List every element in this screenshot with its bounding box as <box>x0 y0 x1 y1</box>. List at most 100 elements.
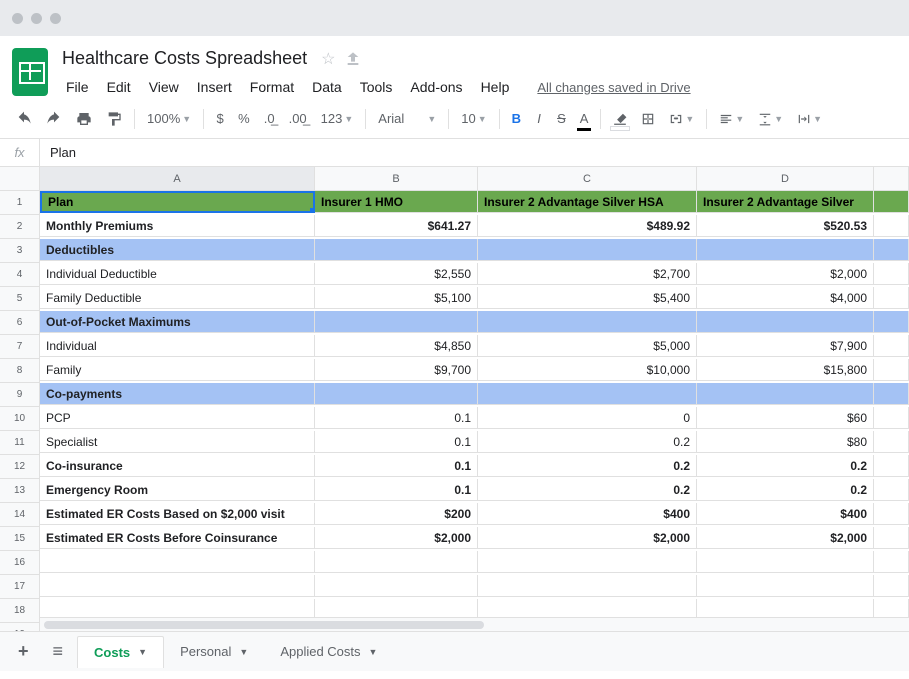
cell-E17[interactable] <box>874 575 909 597</box>
cell-B4[interactable]: $2,550 <box>315 263 478 285</box>
cell-A6[interactable]: Out-of-Pocket Maximums <box>40 311 315 333</box>
row-header-1[interactable]: 1 <box>0 191 40 215</box>
sheets-logo-icon[interactable] <box>12 48 48 96</box>
cell-A9[interactable]: Co-payments <box>40 383 315 405</box>
wrap-button[interactable]: ▼ <box>791 106 828 132</box>
cell-A2[interactable]: Monthly Premiums <box>40 215 315 237</box>
cell-B6[interactable] <box>315 311 478 333</box>
column-header-E[interactable] <box>874 167 909 191</box>
cell-A7[interactable]: Individual <box>40 335 315 357</box>
cell-C10[interactable]: 0 <box>478 407 697 429</box>
fill-color-button[interactable] <box>607 106 633 132</box>
cell-E13[interactable] <box>874 479 909 501</box>
cell-E9[interactable] <box>874 383 909 405</box>
cell-D12[interactable]: 0.2 <box>697 455 874 477</box>
cell-B2[interactable]: $641.27 <box>315 215 478 237</box>
sheet-tab-applied-costs[interactable]: Applied Costs▼ <box>264 636 393 668</box>
cell-D3[interactable] <box>697 239 874 261</box>
cell-D11[interactable]: $80 <box>697 431 874 453</box>
cell-B12[interactable]: 0.1 <box>315 455 478 477</box>
row-header-17[interactable]: 17 <box>0 575 40 599</box>
row-header-5[interactable]: 5 <box>0 287 40 311</box>
cell-B7[interactable]: $4,850 <box>315 335 478 357</box>
cell-A13[interactable]: Emergency Room <box>40 479 315 501</box>
row-header-9[interactable]: 9 <box>0 383 40 407</box>
traffic-max-icon[interactable] <box>50 13 61 24</box>
row-header-14[interactable]: 14 <box>0 503 40 527</box>
row-header-13[interactable]: 13 <box>0 479 40 503</box>
cell-E8[interactable] <box>874 359 909 381</box>
cell-C17[interactable] <box>478 575 697 597</box>
row-header-18[interactable]: 18 <box>0 599 40 623</box>
cell-E2[interactable] <box>874 215 909 237</box>
cell-E4[interactable] <box>874 263 909 285</box>
print-button[interactable] <box>70 106 98 132</box>
traffic-close-icon[interactable] <box>12 13 23 24</box>
spreadsheet-grid[interactable]: ABCD1PlanInsurer 1 HMOInsurer 2 Advantag… <box>0 167 909 637</box>
cell-D13[interactable]: 0.2 <box>697 479 874 501</box>
number-format-select[interactable]: 123▼ <box>315 106 360 132</box>
cell-B14[interactable]: $200 <box>315 503 478 525</box>
horizontal-scrollbar[interactable] <box>40 617 909 631</box>
cell-A17[interactable] <box>40 575 315 597</box>
row-header-4[interactable]: 4 <box>0 263 40 287</box>
cell-D9[interactable] <box>697 383 874 405</box>
cell-D8[interactable]: $15,800 <box>697 359 874 381</box>
percent-button[interactable]: % <box>232 106 256 132</box>
menu-data[interactable]: Data <box>304 75 350 99</box>
column-header-B[interactable]: B <box>315 167 478 191</box>
cell-B8[interactable]: $9,700 <box>315 359 478 381</box>
cell-C9[interactable] <box>478 383 697 405</box>
cell-C4[interactable]: $2,700 <box>478 263 697 285</box>
cell-A14[interactable]: Estimated ER Costs Based on $2,000 visit <box>40 503 315 525</box>
halign-button[interactable]: ▼ <box>713 106 750 132</box>
column-header-D[interactable]: D <box>697 167 874 191</box>
menu-view[interactable]: View <box>141 75 187 99</box>
cell-C12[interactable]: 0.2 <box>478 455 697 477</box>
row-header-12[interactable]: 12 <box>0 455 40 479</box>
cell-B11[interactable]: 0.1 <box>315 431 478 453</box>
column-header-C[interactable]: C <box>478 167 697 191</box>
select-all-corner[interactable] <box>0 167 40 191</box>
formula-input[interactable]: Plan <box>40 139 909 166</box>
menu-help[interactable]: Help <box>473 75 518 99</box>
cell-B10[interactable]: 0.1 <box>315 407 478 429</box>
font-size-select[interactable]: 10▼ <box>455 106 492 132</box>
cell-A10[interactable]: PCP <box>40 407 315 429</box>
cell-C8[interactable]: $10,000 <box>478 359 697 381</box>
cell-C1[interactable]: Insurer 2 Advantage Silver HSA <box>478 191 697 213</box>
paint-format-button[interactable] <box>100 106 128 132</box>
cell-C5[interactable]: $5,400 <box>478 287 697 309</box>
row-header-6[interactable]: 6 <box>0 311 40 335</box>
column-header-A[interactable]: A <box>40 167 315 191</box>
document-title[interactable]: Healthcare Costs Spreadsheet <box>58 46 311 71</box>
cell-B13[interactable]: 0.1 <box>315 479 478 501</box>
all-sheets-button[interactable]: ≡ <box>43 635 74 668</box>
add-sheet-button[interactable]: + <box>8 635 39 668</box>
cell-A1[interactable]: Plan <box>40 191 315 213</box>
merge-button[interactable]: ▼ <box>663 106 700 132</box>
strike-button[interactable]: S <box>551 106 572 132</box>
cell-C2[interactable]: $489.92 <box>478 215 697 237</box>
menu-edit[interactable]: Edit <box>99 75 139 99</box>
redo-button[interactable] <box>40 106 68 132</box>
row-header-3[interactable]: 3 <box>0 239 40 263</box>
cell-A8[interactable]: Family <box>40 359 315 381</box>
traffic-min-icon[interactable] <box>31 13 42 24</box>
cell-E7[interactable] <box>874 335 909 357</box>
valign-button[interactable]: ▼ <box>752 106 789 132</box>
cell-E14[interactable] <box>874 503 909 525</box>
font-select[interactable]: Arial▼ <box>372 106 442 132</box>
cell-E15[interactable] <box>874 527 909 549</box>
row-header-15[interactable]: 15 <box>0 527 40 551</box>
cell-E16[interactable] <box>874 551 909 573</box>
row-header-2[interactable]: 2 <box>0 215 40 239</box>
zoom-select[interactable]: 100%▼ <box>141 106 197 132</box>
cell-D17[interactable] <box>697 575 874 597</box>
cell-A3[interactable]: Deductibles <box>40 239 315 261</box>
cell-C7[interactable]: $5,000 <box>478 335 697 357</box>
cell-C11[interactable]: 0.2 <box>478 431 697 453</box>
cell-E1[interactable] <box>874 191 909 213</box>
cell-C15[interactable]: $2,000 <box>478 527 697 549</box>
cell-A11[interactable]: Specialist <box>40 431 315 453</box>
